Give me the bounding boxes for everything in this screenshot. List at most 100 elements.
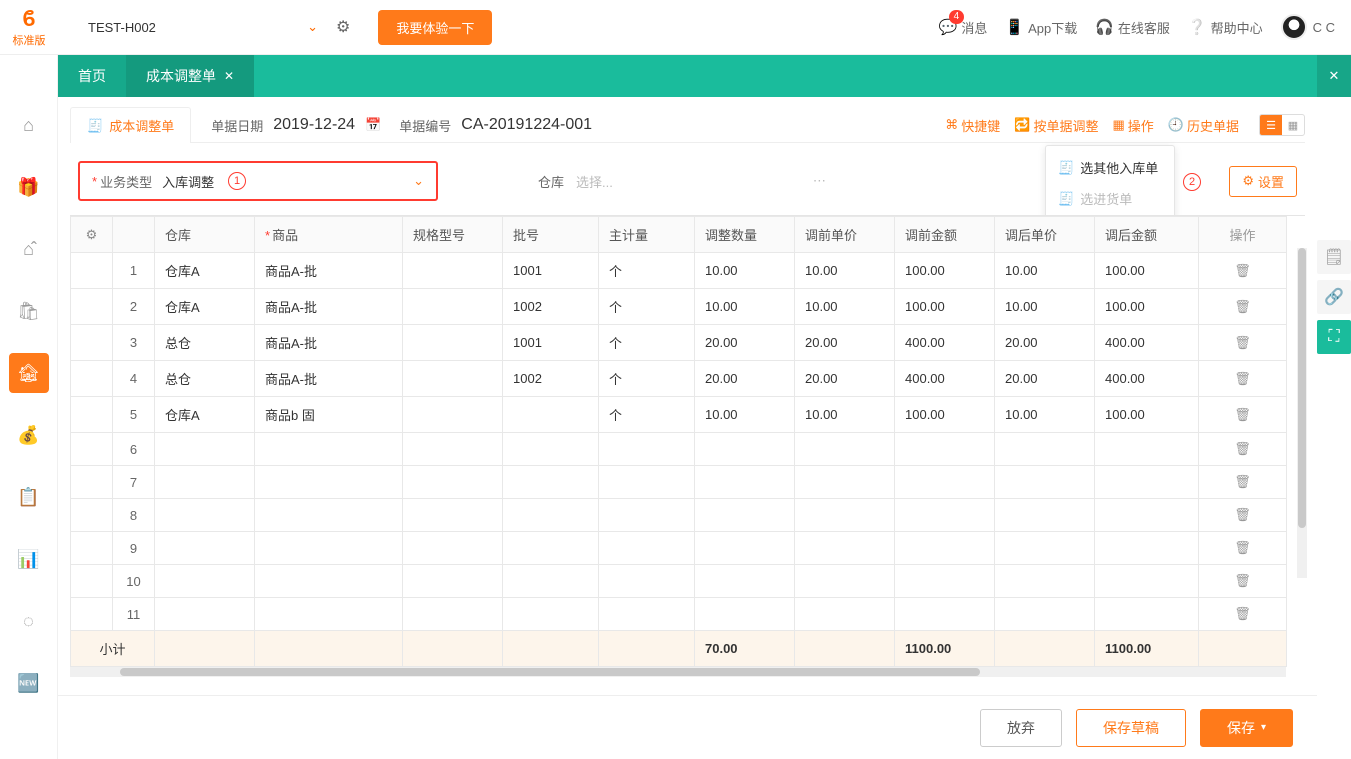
- cta-trial-button[interactable]: 我要体验一下: [378, 10, 492, 45]
- cell-post-price[interactable]: 10.00: [995, 397, 1095, 433]
- table-row[interactable]: 6🗑: [71, 433, 1287, 466]
- view-list-icon[interactable]: ☰: [1260, 115, 1282, 135]
- cell-product[interactable]: [255, 565, 403, 598]
- cell-warehouse[interactable]: [155, 565, 255, 598]
- cell-qty[interactable]: 20.00: [695, 325, 795, 361]
- settings-button[interactable]: ⚙ 设置: [1229, 166, 1297, 197]
- table-row[interactable]: 8🗑: [71, 499, 1287, 532]
- cell-warehouse[interactable]: [155, 598, 255, 631]
- cell-spec[interactable]: [403, 532, 503, 565]
- col-unit[interactable]: 主计量: [599, 217, 695, 253]
- row-delete-button[interactable]: 🗑: [1199, 361, 1287, 397]
- cell-spec[interactable]: [403, 565, 503, 598]
- cell-product[interactable]: [255, 433, 403, 466]
- cell-qty[interactable]: 10.00: [695, 397, 795, 433]
- col-pre-amount[interactable]: 调前金额: [895, 217, 995, 253]
- cell-product[interactable]: 商品A-批: [255, 289, 403, 325]
- cell-qty[interactable]: [695, 565, 795, 598]
- tool-expand-icon[interactable]: ⛶: [1317, 320, 1351, 354]
- cell-batch[interactable]: [503, 433, 599, 466]
- cell-unit[interactable]: [599, 532, 695, 565]
- cell-pre-amount[interactable]: [895, 433, 995, 466]
- close-all-tabs-button[interactable]: ✕: [1317, 55, 1351, 97]
- cell-unit[interactable]: 个: [599, 361, 695, 397]
- nav-report-icon[interactable]: 📊: [9, 539, 49, 579]
- cell-unit[interactable]: 个: [599, 253, 695, 289]
- cell-warehouse[interactable]: [155, 532, 255, 565]
- cell-spec[interactable]: [403, 325, 503, 361]
- table-row[interactable]: 11🗑: [71, 598, 1287, 631]
- column-settings-button[interactable]: ⚙: [71, 217, 113, 253]
- row-delete-button[interactable]: 🗑: [1199, 499, 1287, 532]
- cell-pre-price[interactable]: 10.00: [795, 397, 895, 433]
- row-delete-button[interactable]: 🗑: [1199, 289, 1287, 325]
- col-qty[interactable]: 调整数量: [695, 217, 795, 253]
- discard-button[interactable]: 放弃: [980, 709, 1062, 747]
- horizontal-scrollbar[interactable]: [70, 667, 1286, 677]
- row-delete-button[interactable]: 🗑: [1199, 532, 1287, 565]
- cell-warehouse[interactable]: 仓库A: [155, 253, 255, 289]
- cell-post-amount[interactable]: 400.00: [1095, 361, 1199, 397]
- cell-spec[interactable]: [403, 433, 503, 466]
- nav-sync-icon[interactable]: ◌: [9, 601, 49, 641]
- user-menu[interactable]: C C: [1281, 14, 1335, 40]
- cell-post-amount[interactable]: [1095, 466, 1199, 499]
- cell-unit[interactable]: [599, 466, 695, 499]
- row-delete-button[interactable]: 🗑: [1199, 598, 1287, 631]
- action-by-bill[interactable]: 🔁按单据调整: [1014, 116, 1098, 135]
- cell-warehouse[interactable]: [155, 466, 255, 499]
- business-type-select[interactable]: * 业务类型 入库调整 1 ⌄: [78, 161, 438, 201]
- cell-spec[interactable]: [403, 466, 503, 499]
- cell-warehouse[interactable]: 仓库A: [155, 289, 255, 325]
- cell-post-price[interactable]: [995, 499, 1095, 532]
- save-draft-button[interactable]: 保存草稿: [1076, 709, 1186, 747]
- cell-batch[interactable]: [503, 532, 599, 565]
- nav-new-icon[interactable]: 🆕: [9, 663, 49, 703]
- cell-product[interactable]: 商品A-批: [255, 361, 403, 397]
- row-delete-button[interactable]: 🗑: [1199, 325, 1287, 361]
- cell-post-price[interactable]: [995, 466, 1095, 499]
- cell-pre-price[interactable]: 10.00: [795, 253, 895, 289]
- cell-pre-amount[interactable]: 100.00: [895, 289, 995, 325]
- dropdown-other-inbound[interactable]: 🧾 选其他入库单: [1046, 152, 1174, 183]
- action-operate[interactable]: ▦操作: [1112, 116, 1153, 135]
- cell-warehouse[interactable]: 总仓: [155, 325, 255, 361]
- col-spec[interactable]: 规格型号: [403, 217, 503, 253]
- cell-spec[interactable]: [403, 499, 503, 532]
- more-icon[interactable]: ⋯: [813, 173, 828, 189]
- cell-post-amount[interactable]: [1095, 532, 1199, 565]
- save-button[interactable]: 保存 ▾: [1200, 709, 1293, 747]
- nav-clipboard-icon[interactable]: 📋: [9, 477, 49, 517]
- row-delete-button[interactable]: 🗑: [1199, 397, 1287, 433]
- cell-qty[interactable]: [695, 433, 795, 466]
- cell-unit[interactable]: [599, 598, 695, 631]
- tab-home[interactable]: 首页: [58, 55, 126, 97]
- cell-product[interactable]: [255, 532, 403, 565]
- cell-qty[interactable]: 10.00: [695, 253, 795, 289]
- nav-warehouse-icon[interactable]: 🏚: [9, 353, 49, 393]
- table-row[interactable]: 10🗑: [71, 565, 1287, 598]
- table-row[interactable]: 1仓库A商品A-批1001个10.0010.00100.0010.00100.0…: [71, 253, 1287, 289]
- cell-batch[interactable]: [503, 397, 599, 433]
- action-shortcut[interactable]: ⌘快捷键: [945, 116, 1000, 135]
- table-row[interactable]: 2仓库A商品A-批1002个10.0010.00100.0010.00100.0…: [71, 289, 1287, 325]
- online-service-button[interactable]: 🎧 在线客服: [1095, 18, 1170, 37]
- cell-pre-amount[interactable]: [895, 565, 995, 598]
- cell-pre-price[interactable]: 10.00: [795, 289, 895, 325]
- tab-cost-adjust[interactable]: 成本调整单 ✕: [126, 55, 254, 97]
- cell-qty[interactable]: 10.00: [695, 289, 795, 325]
- messages-button[interactable]: 💬 消息 4: [939, 18, 988, 37]
- help-center-button[interactable]: ❔ 帮助中心: [1188, 18, 1263, 37]
- nav-home-icon[interactable]: ⌂: [9, 105, 49, 145]
- cell-product[interactable]: [255, 598, 403, 631]
- org-selector[interactable]: TEST-H002 ⌄: [78, 10, 328, 44]
- cell-post-amount[interactable]: 100.00: [1095, 397, 1199, 433]
- row-delete-button[interactable]: 🗑: [1199, 253, 1287, 289]
- cell-spec[interactable]: [403, 361, 503, 397]
- cell-warehouse[interactable]: 总仓: [155, 361, 255, 397]
- cell-pre-amount[interactable]: 400.00: [895, 325, 995, 361]
- tool-link-icon[interactable]: 🔗: [1317, 280, 1351, 314]
- cell-qty[interactable]: 20.00: [695, 361, 795, 397]
- close-icon[interactable]: ✕: [224, 69, 234, 83]
- cell-qty[interactable]: [695, 532, 795, 565]
